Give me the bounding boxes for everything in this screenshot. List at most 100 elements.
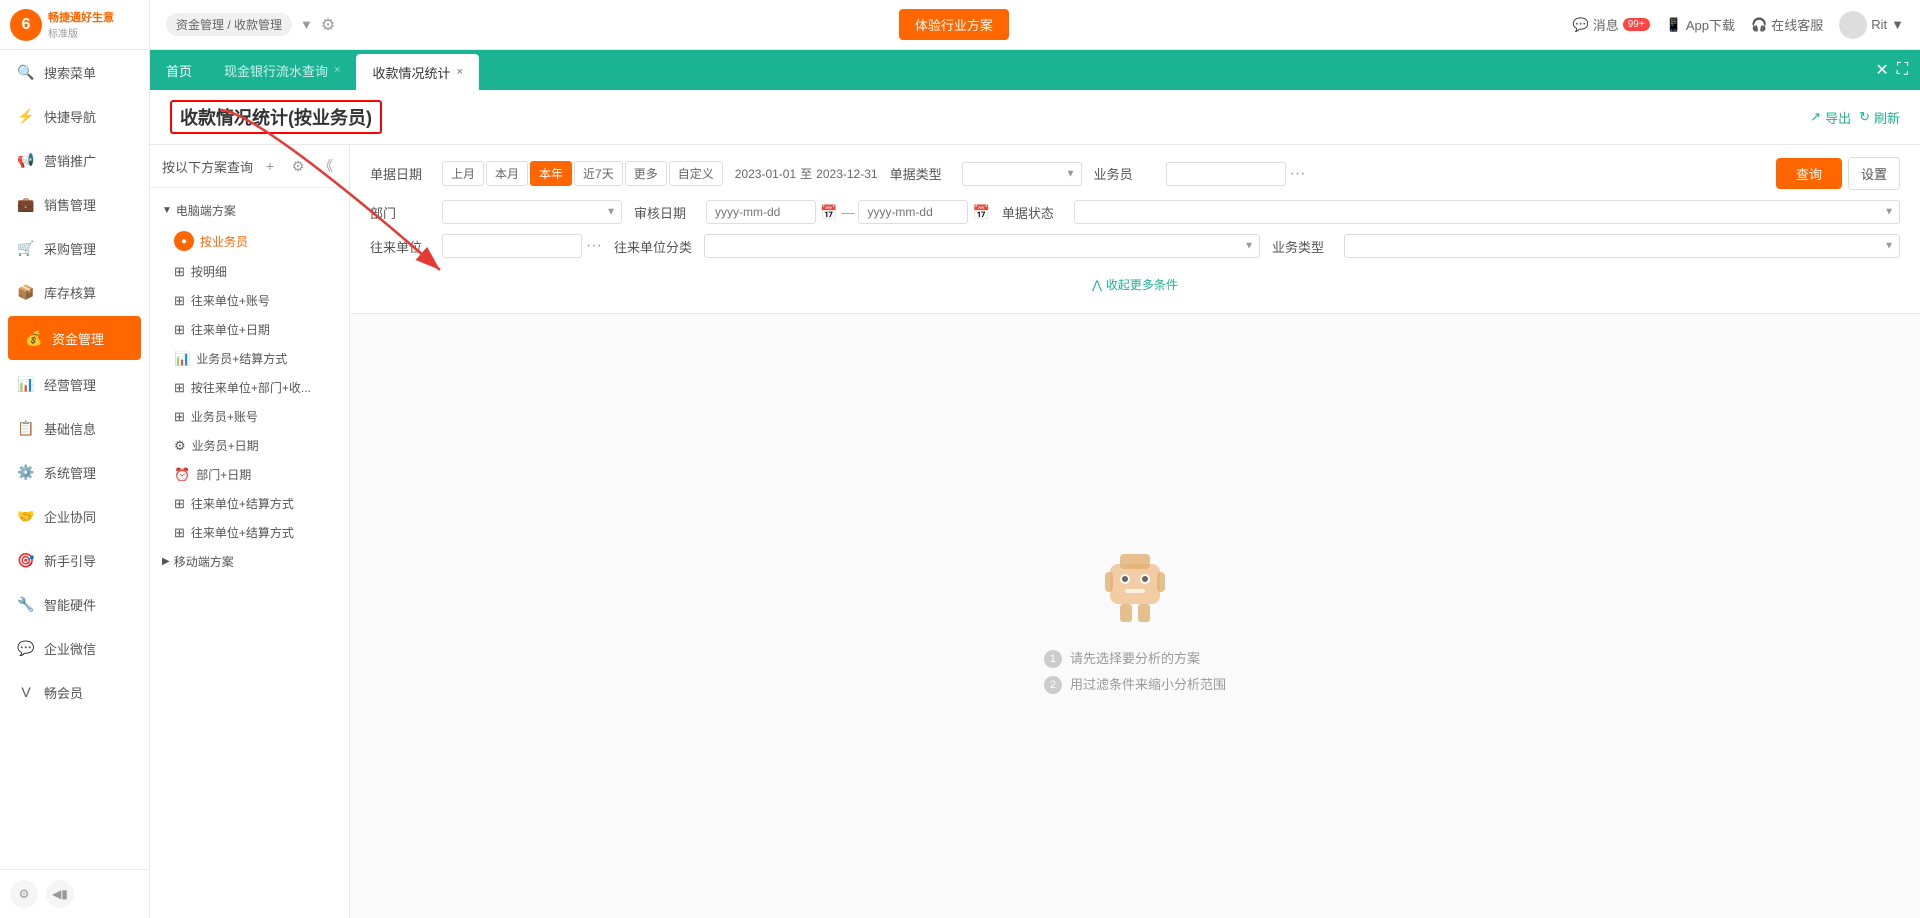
sidebar-item-guide[interactable]: 🎯 新手引导 [0, 538, 149, 582]
business-type-select[interactable] [1344, 234, 1900, 258]
sidebar-settings-button[interactable]: ⚙ [10, 880, 38, 908]
sidebar-item-purchase[interactable]: 🛒 采购管理 [0, 226, 149, 270]
review-date-to-icon[interactable]: 📅 [972, 204, 989, 221]
left-panel-actions: + ⚙ 《 [259, 155, 337, 177]
tree-item-salesperson-settlement[interactable]: 📊 业务员+结算方式 [150, 344, 349, 373]
date-tab-this-month[interactable]: 本月 [486, 161, 528, 186]
salesperson-input-group: ··· [1166, 162, 1306, 186]
sidebar-item-hardware[interactable]: 🔧 智能硬件 [0, 582, 149, 626]
scheme-settings-button[interactable]: ⚙ [287, 155, 309, 177]
tree-item-by-salesperson[interactable]: ● 按业务员 [150, 225, 349, 257]
sidebar-item-sales[interactable]: 💼 销售管理 [0, 182, 149, 226]
filter-settings-button[interactable]: 设置 [1848, 157, 1900, 190]
tab-cash-flow[interactable]: 现金银行流水查询 × [208, 50, 356, 90]
query-button[interactable]: 查询 [1776, 158, 1842, 189]
left-panel-header: 按以下方案查询 + ⚙ 《 [150, 145, 349, 188]
tree-item-label-salesperson: 按业务员 [200, 233, 248, 250]
tree-item-label-unit-set1: 往来单位+结算方式 [191, 495, 294, 512]
tree-item-label-sp-date: 业务员+日期 [192, 437, 259, 454]
quicknav-icon: ⚡ [16, 106, 36, 126]
sidebar-item-operation[interactable]: 📊 经营管理 [0, 362, 149, 406]
sidebar-item-quicknav[interactable]: ⚡ 快捷导航 [0, 94, 149, 138]
refresh-button[interactable]: ↻ 刷新 [1859, 108, 1900, 127]
tree-item-by-detail[interactable]: ⊞ 按明细 [150, 257, 349, 286]
tree-item-unit-dept[interactable]: ⊞ 按往来单位+部门+收... [150, 373, 349, 402]
date-tab-last-month[interactable]: 上月 [442, 161, 484, 186]
sidebar-collapse-button[interactable]: ◀▮ [46, 880, 74, 908]
messages-button[interactable]: 💬 消息 99+ [1573, 15, 1650, 34]
review-date-from-icon[interactable]: 📅 [820, 204, 837, 221]
logo-badge: 标准版 [48, 25, 114, 40]
tree-item-unit-account[interactable]: ⊞ 往来单位+账号 [150, 286, 349, 315]
counterpart-category-select[interactable] [704, 234, 1260, 258]
online-service-button[interactable]: 🎧 在线客服 [1751, 15, 1823, 34]
date-dash: — [841, 205, 854, 220]
tree-item-icon-unit-set1: ⊞ [174, 496, 185, 512]
collection-stats-tab-close[interactable]: × [456, 66, 462, 78]
export-button[interactable]: ↗ 导出 [1810, 108, 1851, 127]
collapse-filter-button[interactable]: ⋀ 收起更多条件 [370, 268, 1900, 301]
collapse-icon: ⋀ [1092, 278, 1102, 292]
date-tab-this-year[interactable]: 本年 [530, 161, 572, 186]
sidebar-item-marketing[interactable]: 📢 营销推广 [0, 138, 149, 182]
sidebar-item-finance[interactable]: 💰 资金管理 [8, 316, 141, 360]
salesperson-input[interactable] [1166, 162, 1286, 186]
date-tab-more[interactable]: 更多 [625, 161, 667, 186]
tree-mobile-section[interactable]: ▶ 移动端方案 [150, 547, 349, 576]
user-avatar [1839, 11, 1867, 39]
review-date-to[interactable] [858, 200, 968, 224]
messages-label: 消息 [1593, 15, 1619, 34]
sidebar-item-basic[interactable]: 📋 基础信息 [0, 406, 149, 450]
doc-type-select[interactable] [962, 162, 1082, 186]
app-download-button[interactable]: 📱 App下载 [1666, 15, 1735, 34]
breadcrumb-dropdown-icon[interactable]: ▼ [300, 17, 313, 32]
window-maximize-button[interactable]: ⛶ [1897, 61, 1908, 79]
cash-flow-tab-close[interactable]: × [334, 64, 340, 76]
doc-type-label: 单据类型 [890, 164, 950, 183]
tree-item-unit-date[interactable]: ⊞ 往来单位+日期 [150, 315, 349, 344]
add-scheme-button[interactable]: + [259, 155, 281, 177]
salesperson-more-icon[interactable]: ··· [1290, 165, 1306, 183]
tree-item-sp-date[interactable]: ⚙ 业务员+日期 [150, 431, 349, 460]
sidebar-item-coop[interactable]: 🤝 企业协同 [0, 494, 149, 538]
sidebar-item-wechat[interactable]: 💬 企业微信 [0, 626, 149, 670]
date-tab-custom[interactable]: 自定义 [669, 161, 723, 186]
counterpart-input[interactable] [442, 234, 582, 258]
tree-desktop-section[interactable]: ▼ 电脑端方案 [150, 196, 349, 225]
tab-collection-stats[interactable]: 收款情况统计 × [356, 54, 478, 90]
window-close-button[interactable]: ✕ [1875, 60, 1888, 80]
tree-item-dept-date[interactable]: ⏰ 部门+日期 [150, 460, 349, 489]
topbar-right: 💬 消息 99+ 📱 App下载 🎧 在线客服 Rit ▼ [1573, 11, 1904, 39]
online-service-label: 在线客服 [1771, 15, 1823, 34]
date-tab-7days[interactable]: 近7天 [574, 161, 623, 186]
logo-main-text: 畅捷通好生意 [48, 9, 114, 25]
guide-icon: 🎯 [16, 550, 36, 570]
date-label: 单据日期 [370, 164, 430, 183]
app-download-label: App下载 [1686, 15, 1735, 34]
filter-area: 单据日期 上月 本月 本年 近7天 更多 自定义 2023-01-01 至 20… [350, 145, 1920, 314]
tree-item-unit-settlement1[interactable]: ⊞ 往来单位+结算方式 [150, 489, 349, 518]
review-date-from[interactable] [706, 200, 816, 224]
counterpart-more-icon[interactable]: ··· [586, 237, 602, 255]
sidebar-item-search[interactable]: 🔍 搜索菜单 [0, 50, 149, 94]
doc-status-select-wrapper [1074, 200, 1900, 224]
doc-status-select[interactable] [1074, 200, 1900, 224]
trial-button[interactable]: 体验行业方案 [899, 9, 1009, 40]
tree-item-icon-sp-account: ⊞ [174, 409, 185, 425]
operation-icon: 📊 [16, 374, 36, 394]
user-area[interactable]: Rit ▼ [1839, 11, 1904, 39]
tree-item-sp-account[interactable]: ⊞ 业务员+账号 [150, 402, 349, 431]
panel-collapse-button[interactable]: 《 [315, 155, 337, 177]
user-dropdown-icon: ▼ [1891, 17, 1904, 32]
sidebar-item-member[interactable]: V 畅会员 [0, 670, 149, 714]
tree-item-unit-settlement2[interactable]: ⊞ 往来单位+结算方式 [150, 518, 349, 547]
tab-home[interactable]: 首页 [150, 50, 208, 90]
sales-icon: 💼 [16, 194, 36, 214]
sidebar-item-inventory[interactable]: 📦 库存核算 [0, 270, 149, 314]
filter-row-3: 往来单位 ··· 往来单位分类 业务类型 [370, 234, 1900, 258]
sidebar-item-system[interactable]: ⚙️ 系统管理 [0, 450, 149, 494]
settings-icon[interactable]: ⚙ [321, 15, 335, 35]
dept-select[interactable] [442, 200, 622, 224]
tree-item-icon-detail: ⊞ [174, 264, 185, 280]
sidebar-label-search: 搜索菜单 [44, 63, 96, 82]
